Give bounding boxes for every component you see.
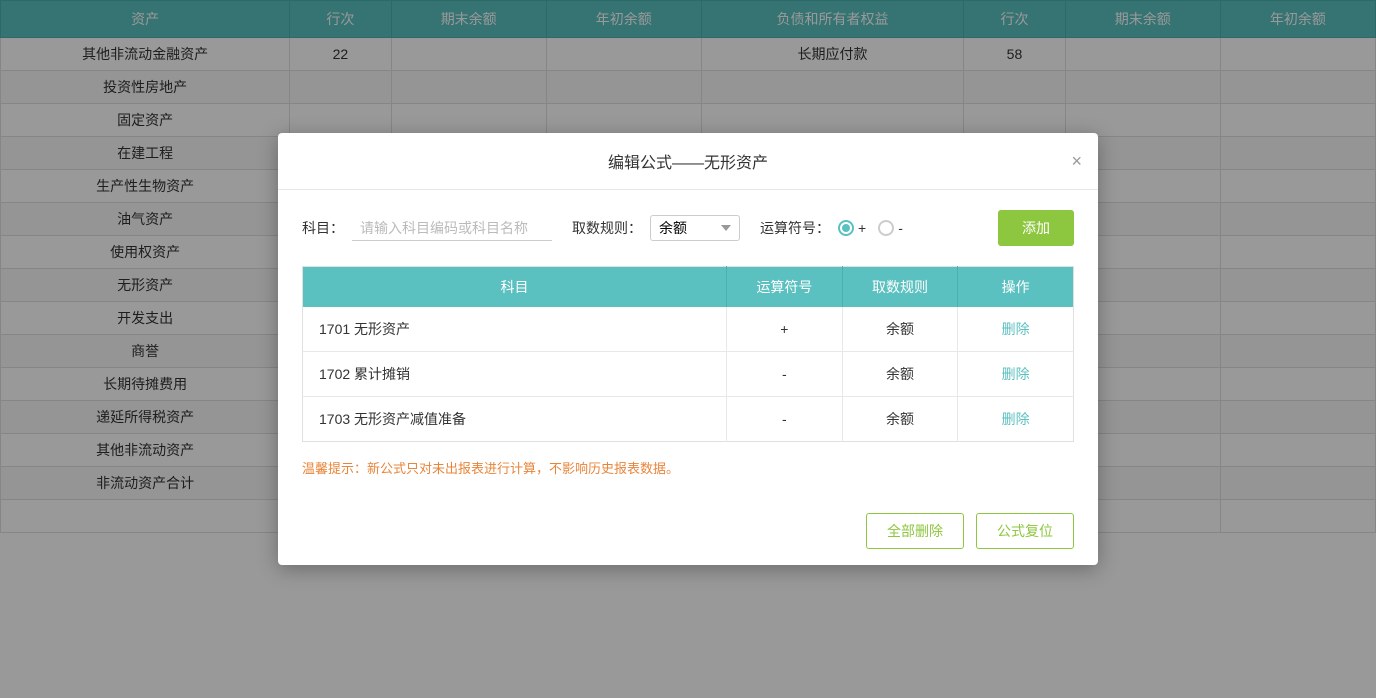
reset-button[interactable]: 公式复位: [976, 513, 1074, 549]
form-row: 科目： 取数规则： 余额 借方 贷方 借方累计 贷方累计 运算符号：: [302, 210, 1074, 246]
delete-row-button[interactable]: 删除: [1002, 366, 1030, 382]
formula-row: 1702 累计摊销-余额 删除: [303, 352, 1074, 397]
th-action: 操作: [958, 267, 1074, 308]
operator-group: 运算符号： + -: [760, 218, 903, 238]
delete-all-button[interactable]: 全部删除: [866, 513, 964, 549]
delete-row-button[interactable]: 删除: [1002, 321, 1030, 337]
formula-action: 删除: [958, 397, 1074, 442]
rule-label: 取数规则：: [572, 218, 642, 238]
radio-group: + -: [838, 220, 903, 236]
modal-footer: 全部删除 公式复位: [278, 497, 1098, 565]
formula-subject: 1701 无形资产: [303, 307, 727, 352]
modal-header: 编辑公式——无形资产 ×: [278, 133, 1098, 190]
modal-body: 科目： 取数规则： 余额 借方 贷方 借方累计 贷方累计 运算符号：: [278, 190, 1098, 497]
formula-row: 1701 无形资产+余额 删除: [303, 307, 1074, 352]
modal-title: 编辑公式——无形资产: [608, 155, 768, 172]
add-button[interactable]: 添加: [998, 210, 1074, 246]
th-subject: 科目: [303, 267, 727, 308]
modal-overlay: 编辑公式——无形资产 × 科目： 取数规则： 余额 借方 贷方 借方累计 贷: [0, 0, 1376, 698]
rule-select[interactable]: 余额 借方 贷方 借方累计 贷方累计: [650, 215, 740, 241]
radio-minus[interactable]: -: [878, 220, 903, 236]
formula-subject: 1702 累计摊销: [303, 352, 727, 397]
formula-rule: 余额: [842, 307, 958, 352]
formula-operator: -: [727, 397, 843, 442]
th-rule: 取数规则: [842, 267, 958, 308]
formula-rule: 余额: [842, 397, 958, 442]
th-operator: 运算符号: [727, 267, 843, 308]
radio-plus[interactable]: +: [838, 220, 866, 236]
radio-plus-circle: [838, 220, 854, 236]
radio-minus-circle: [878, 220, 894, 236]
radio-minus-label: -: [898, 220, 903, 236]
formula-row: 1703 无形资产减值准备-余额 删除: [303, 397, 1074, 442]
formula-table: 科目 运算符号 取数规则 操作 1701 无形资产+余额删除1702 累计摊销-…: [302, 266, 1074, 442]
modal-close-button[interactable]: ×: [1071, 152, 1082, 170]
formula-rule: 余额: [842, 352, 958, 397]
formula-action: 删除: [958, 307, 1074, 352]
subject-label: 科目：: [302, 218, 344, 238]
delete-row-button[interactable]: 删除: [1002, 411, 1030, 427]
formula-subject: 1703 无形资产减值准备: [303, 397, 727, 442]
subject-group: 科目：: [302, 216, 552, 241]
radio-plus-label: +: [858, 220, 866, 236]
subject-input[interactable]: [352, 216, 552, 241]
formula-operator: +: [727, 307, 843, 352]
hint-text: 温馨提示：新公式只对未出报表进行计算，不影响历史报表数据。: [302, 458, 1074, 477]
operator-label: 运算符号：: [760, 218, 830, 238]
formula-operator: -: [727, 352, 843, 397]
formula-action: 删除: [958, 352, 1074, 397]
rule-group: 取数规则： 余额 借方 贷方 借方累计 贷方累计: [572, 215, 740, 241]
modal-dialog: 编辑公式——无形资产 × 科目： 取数规则： 余额 借方 贷方 借方累计 贷: [278, 133, 1098, 565]
